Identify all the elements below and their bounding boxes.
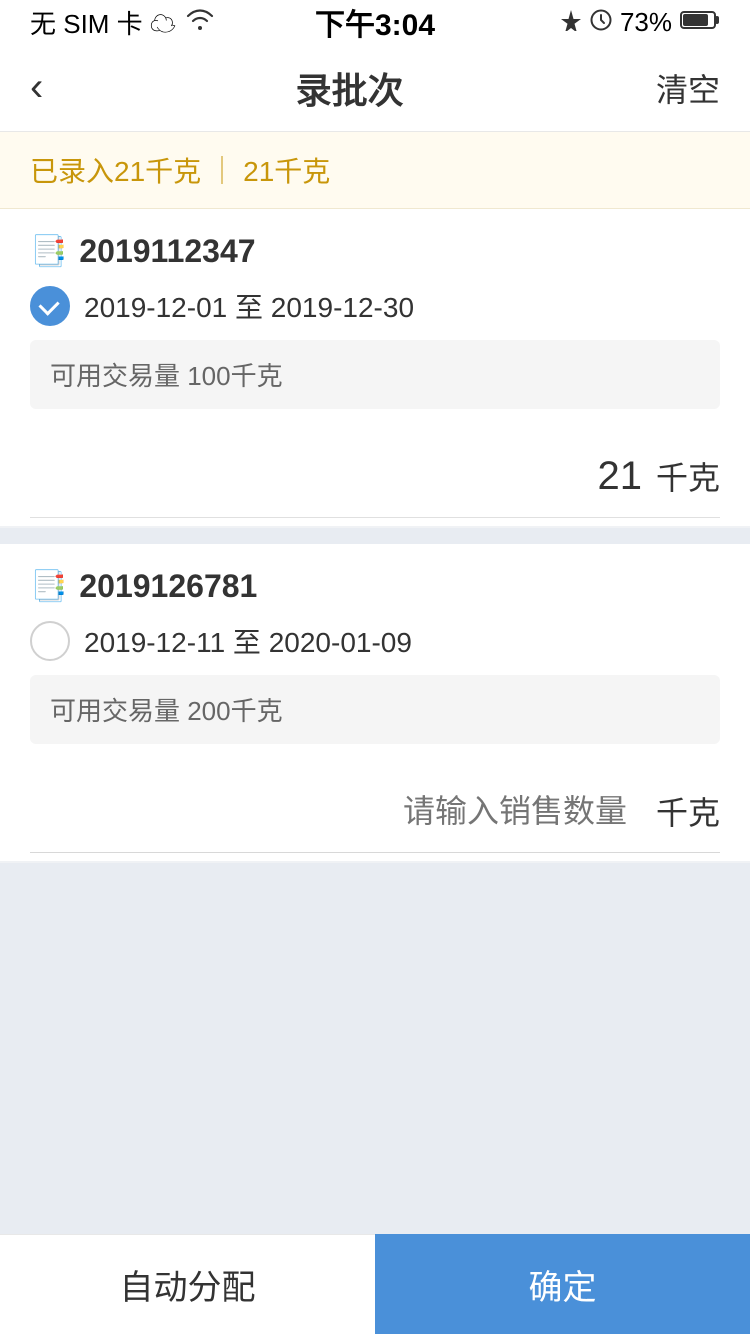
batch2-radio[interactable]: [30, 621, 70, 661]
status-bar-right: 73%: [560, 7, 720, 38]
banner-divider: [221, 156, 223, 184]
batch2-unit: 千克: [656, 788, 720, 834]
location-icon: [560, 7, 582, 38]
info-banner: 已录入21千克 21千克: [0, 132, 750, 209]
recorded-label: 已录入21千克: [30, 150, 201, 190]
batch1-quantity-row: 21 千克: [0, 435, 750, 517]
batch1-radio[interactable]: [30, 286, 70, 326]
status-bar-left: 无 SIM 卡 ☁: [30, 4, 214, 41]
status-bar: 无 SIM 卡 ☁ 下午3:04 7: [0, 0, 750, 44]
batch-item-1: 📑 2019112347 2019-12-01 至 2019-12-30 可用交…: [0, 209, 750, 526]
batch2-date-row[interactable]: 2019-12-11 至 2020-01-09: [0, 615, 750, 675]
batch2-number: 2019126781: [79, 568, 257, 605]
batch1-number: 2019112347: [79, 233, 255, 270]
battery-label: 73%: [620, 7, 672, 38]
batch1-header: 📑 2019112347: [0, 209, 750, 280]
sim-label: 无 SIM 卡 ☁: [30, 4, 176, 41]
batch-item-2: 📑 2019126781 2019-12-11 至 2020-01-09 可用交…: [0, 544, 750, 861]
batch1-icon: 📑: [30, 234, 67, 269]
clock-icon: [590, 7, 612, 38]
batch1-date: 2019-12-01 至 2019-12-30: [84, 286, 414, 326]
batch1-unit: 千克: [656, 453, 720, 499]
battery-icon: [680, 7, 720, 38]
status-bar-time: 下午3:04: [315, 0, 435, 44]
back-button[interactable]: ‹: [30, 65, 43, 110]
batch2-header: 📑 2019126781: [0, 544, 750, 615]
empty-area: [0, 863, 750, 1234]
batch2-availability: 可用交易量 200千克: [30, 675, 720, 744]
batch2-quantity-row[interactable]: 千克: [0, 770, 750, 852]
batch1-date-row[interactable]: 2019-12-01 至 2019-12-30: [0, 280, 750, 340]
bottom-bar: 自动分配 确定: [0, 1234, 750, 1334]
total-label: 21千克: [243, 150, 330, 190]
batch2-date: 2019-12-11 至 2020-01-09: [84, 621, 412, 661]
wifi-icon: [186, 7, 214, 38]
batch1-quantity-value: 21: [597, 454, 642, 499]
section-separator: [0, 528, 750, 544]
nav-bar: ‹ 录批次 清空: [0, 44, 750, 132]
page-title: 录批次: [296, 62, 404, 114]
clear-button[interactable]: 清空: [656, 65, 720, 111]
batch2-quantity-input[interactable]: [30, 793, 642, 830]
batch1-availability: 可用交易量 100千克: [30, 340, 720, 409]
batch2-icon: 📑: [30, 569, 67, 604]
confirm-button[interactable]: 确定: [375, 1234, 750, 1334]
auto-assign-button[interactable]: 自动分配: [0, 1234, 375, 1334]
